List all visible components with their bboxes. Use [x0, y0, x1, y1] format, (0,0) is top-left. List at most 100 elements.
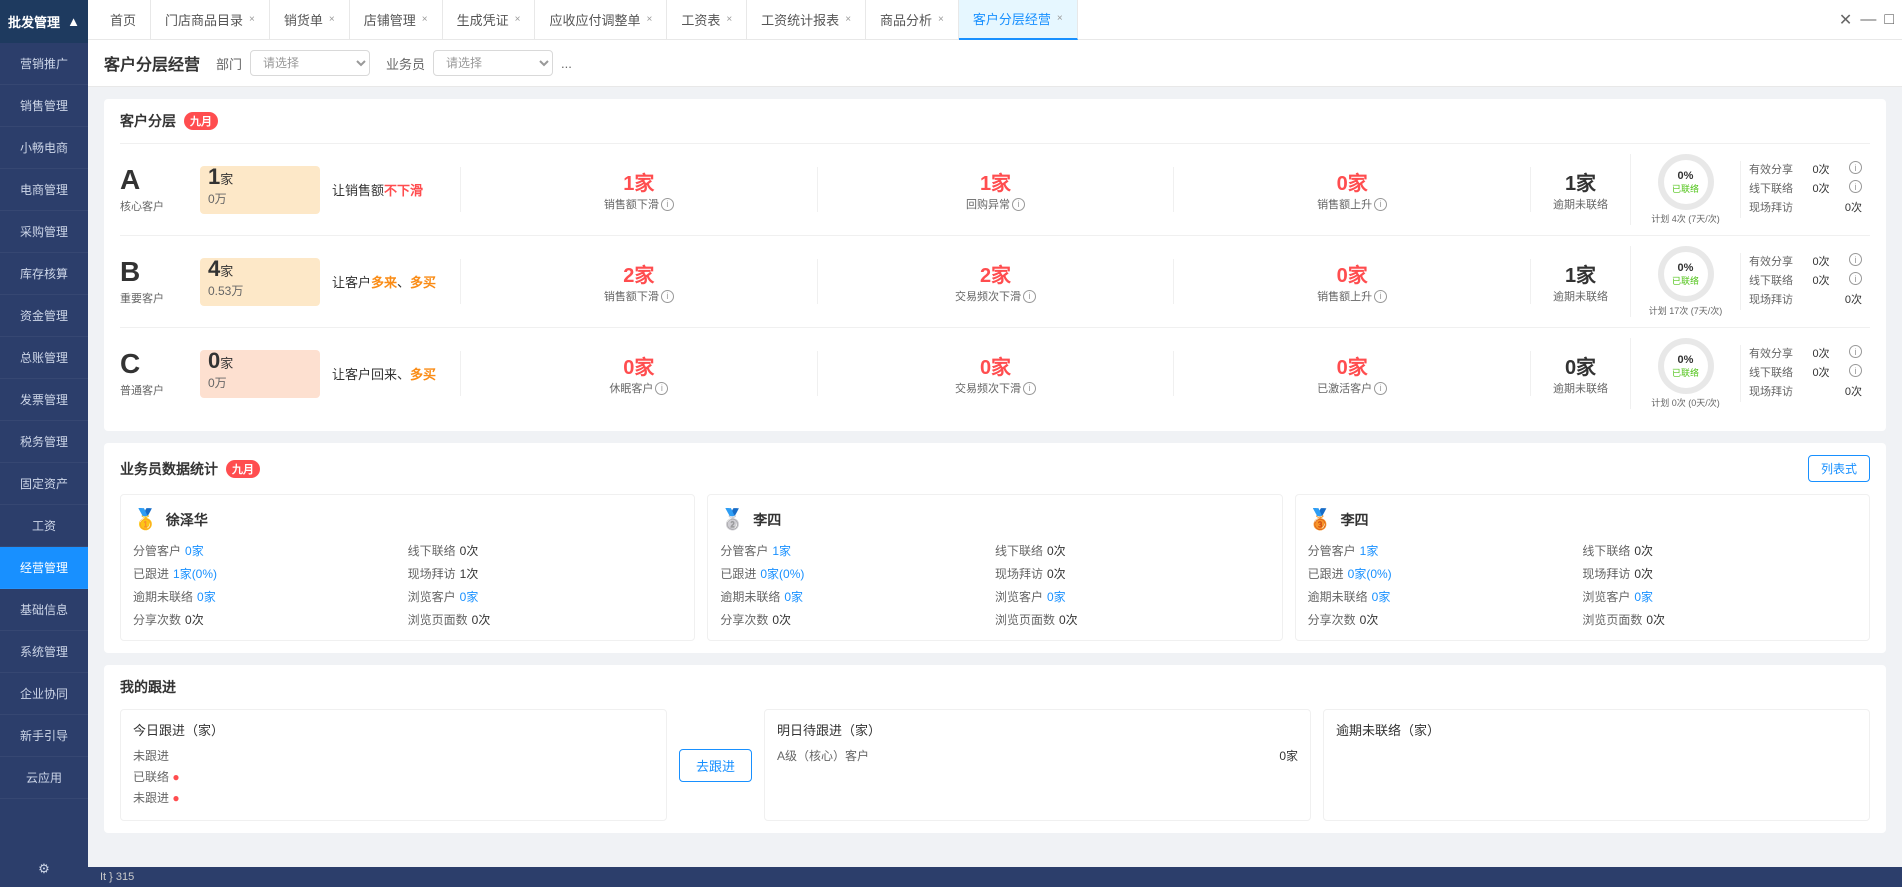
tab-close-store-products[interactable]: ×: [249, 14, 255, 25]
sidebar-item-tax[interactable]: 税务管理: [0, 421, 88, 463]
staff-section-header: 业务员数据统计 九月 列表式: [120, 455, 1870, 482]
sidebar-collapse-icon[interactable]: ▲: [67, 14, 80, 29]
tier-metric: 0家 销售额上升 i: [1173, 167, 1530, 212]
info-icon[interactable]: i: [1012, 198, 1025, 211]
sidebar-item-assets[interactable]: 固定资产: [0, 463, 88, 505]
info-icon[interactable]: i: [661, 198, 674, 211]
sidebar-header[interactable]: 批发管理 ▲: [0, 0, 88, 43]
sidebar-item-guide[interactable]: 新手引导: [0, 715, 88, 757]
tier-metric: 0家 休眠客户 i: [460, 351, 817, 396]
tab-shrink-icon[interactable]: —: [1860, 11, 1876, 29]
tier-metric: 0家 交易频次下滑 i: [817, 351, 1174, 396]
sidebar-item-ecom[interactable]: 电商管理: [0, 169, 88, 211]
tab-voucher[interactable]: 生成凭证×: [443, 0, 536, 40]
sidebar-item-finance[interactable]: 资金管理: [0, 295, 88, 337]
sidebar-item-sales[interactable]: 销售管理: [0, 85, 88, 127]
tier-circle-b: 0% 已联络 计划 17次 (7天/次): [1630, 246, 1740, 317]
tomorrow-val-a: 0家: [1279, 747, 1298, 764]
extra-info-icon[interactable]: i: [1849, 180, 1862, 193]
tab-sales-order[interactable]: 销货单×: [270, 0, 350, 40]
staff-select[interactable]: 请选择: [433, 50, 553, 76]
tier-row-b: B 重要客户 4家 0.53万 让客户多来、多买 2家 销售额下滑 i 2家 交…: [120, 235, 1870, 327]
sidebar-item-purchase[interactable]: 采购管理: [0, 211, 88, 253]
tab-close-all-icon[interactable]: ✕: [1839, 10, 1852, 30]
info-icon[interactable]: i: [655, 382, 668, 395]
tab-receivable[interactable]: 应收应付调整单×: [535, 0, 667, 40]
followup-label-not-followed: 未跟进 ●: [133, 789, 180, 806]
sidebar-item-inventory[interactable]: 库存核算: [0, 253, 88, 295]
sidebar-item-marketing[interactable]: 营销推广: [0, 43, 88, 85]
tomorrow-label-a: A级（核心）客户: [777, 747, 869, 764]
info-icon[interactable]: i: [1023, 290, 1036, 303]
tab-close-store-mgmt[interactable]: ×: [422, 14, 428, 25]
tier-count-c: 0家 0万: [200, 344, 320, 404]
tab-payroll-table[interactable]: 工资表×: [667, 0, 747, 40]
staff-stat: 线下联络 0次: [1582, 542, 1857, 559]
dept-select[interactable]: 请选择: [250, 50, 370, 76]
tier-extra-c: 有效分享 0次 i 线下联络 0次 i 现场拜访 0次: [1740, 345, 1870, 402]
sidebar-item-cloud[interactable]: 云应用: [0, 757, 88, 799]
list-view-button[interactable]: 列表式: [1808, 455, 1870, 482]
sidebar-item-system[interactable]: 系统管理: [0, 631, 88, 673]
goto-followup-button[interactable]: 去跟进: [679, 749, 752, 782]
extra-info-icon[interactable]: i: [1849, 272, 1862, 285]
sidebar-item-base[interactable]: 基础信息: [0, 589, 88, 631]
tier-contact-b: 1家 逾期未联络: [1530, 259, 1630, 304]
tab-close-product-analysis[interactable]: ×: [938, 14, 944, 25]
tab-close-sales-order[interactable]: ×: [329, 14, 335, 25]
tier-metrics-c: 0家 休眠客户 i 0家 交易频次下滑 i 0家 已激活客户 i: [460, 351, 1530, 396]
sidebar-items: 营销推广销售管理小畅电商电商管理采购管理库存核算资金管理总账管理发票管理税务管理…: [0, 43, 88, 799]
staff-name-2: 李四: [1341, 510, 1369, 530]
content-scroll: 客户分层 九月 A 核心客户 1家 0万 让销售额不下滑 1家 销售额下滑 i: [88, 87, 1902, 867]
tab-home[interactable]: 首页: [96, 0, 151, 40]
followup-row-1: 未跟进: [133, 747, 654, 764]
extra-info-icon[interactable]: i: [1849, 364, 1862, 377]
tier-count-b: 4家 0.53万: [200, 252, 320, 312]
extra-info-icon[interactable]: i: [1849, 253, 1862, 266]
tab-close-receivable[interactable]: ×: [646, 14, 652, 25]
staff-stat: 现场拜访 0次: [1582, 565, 1857, 582]
main-area: 首页门店商品目录×销货单×店铺管理×生成凭证×应收应付调整单×工资表×工资统计报…: [88, 0, 1902, 887]
tab-payroll-stat[interactable]: 工资统计报表×: [747, 0, 866, 40]
sidebar-item-invoice[interactable]: 发票管理: [0, 379, 88, 421]
staff-stat: 分管客户 0家: [133, 542, 408, 559]
progress-circle: 0% 已联络: [1658, 154, 1714, 210]
tab-close-voucher[interactable]: ×: [515, 14, 521, 25]
sidebar-item-ledger[interactable]: 总账管理: [0, 337, 88, 379]
tab-expand-icon[interactable]: □: [1884, 11, 1894, 29]
tab-close-payroll-stat[interactable]: ×: [845, 14, 851, 25]
followup-label-unreached: 未跟进: [133, 747, 169, 764]
tab-customer-tier[interactable]: 客户分层经营×: [959, 0, 1078, 40]
staff-stat: 现场拜访 1次: [408, 565, 683, 582]
tier-tip-b: 让客户多来、多买: [320, 272, 460, 291]
tomorrow-row-1: A级（核心）客户 0家: [777, 747, 1298, 764]
followup-label-contacted: 已联络 ●: [133, 768, 180, 785]
more-options-icon[interactable]: ...: [561, 56, 572, 71]
extra-info-icon[interactable]: i: [1849, 345, 1862, 358]
tab-product-analysis[interactable]: 商品分析×: [866, 0, 959, 40]
tier-label-a: A 核心客户: [120, 166, 200, 214]
sidebar-item-collab[interactable]: 企业协同: [0, 673, 88, 715]
tab-store-products[interactable]: 门店商品目录×: [151, 0, 270, 40]
sidebar-item-payroll[interactable]: 工资: [0, 505, 88, 547]
gear-icon[interactable]: ⚙: [0, 851, 88, 887]
sidebar-item-micro-ecom[interactable]: 小畅电商: [0, 127, 88, 169]
staff-stat: 分管客户 1家: [1308, 542, 1583, 559]
staff-stat: 浏览页面数 0次: [1582, 611, 1857, 628]
staff-card-header-2: 🥉 李四: [1308, 507, 1857, 532]
tab-store-mgmt[interactable]: 店铺管理×: [350, 0, 443, 40]
sidebar-item-ops[interactable]: 经营管理: [0, 547, 88, 589]
info-icon[interactable]: i: [1374, 290, 1387, 303]
info-icon[interactable]: i: [1374, 198, 1387, 211]
info-icon[interactable]: i: [1374, 382, 1387, 395]
info-icon[interactable]: i: [661, 290, 674, 303]
customer-tier-title: 客户分层 九月: [120, 111, 1870, 131]
tab-close-customer-tier[interactable]: ×: [1057, 13, 1063, 24]
followup-row-2: 已联络 ●: [133, 768, 654, 785]
tab-bar: 首页门店商品目录×销货单×店铺管理×生成凭证×应收应付调整单×工资表×工资统计报…: [88, 0, 1902, 40]
tab-close-payroll-table[interactable]: ×: [726, 14, 732, 25]
extra-info-icon[interactable]: i: [1849, 161, 1862, 174]
tier-row-a: A 核心客户 1家 0万 让销售额不下滑 1家 销售额下滑 i 1家 回购异常 …: [120, 143, 1870, 235]
staff-stat: 分享次数 0次: [720, 611, 995, 628]
info-icon[interactable]: i: [1023, 382, 1036, 395]
